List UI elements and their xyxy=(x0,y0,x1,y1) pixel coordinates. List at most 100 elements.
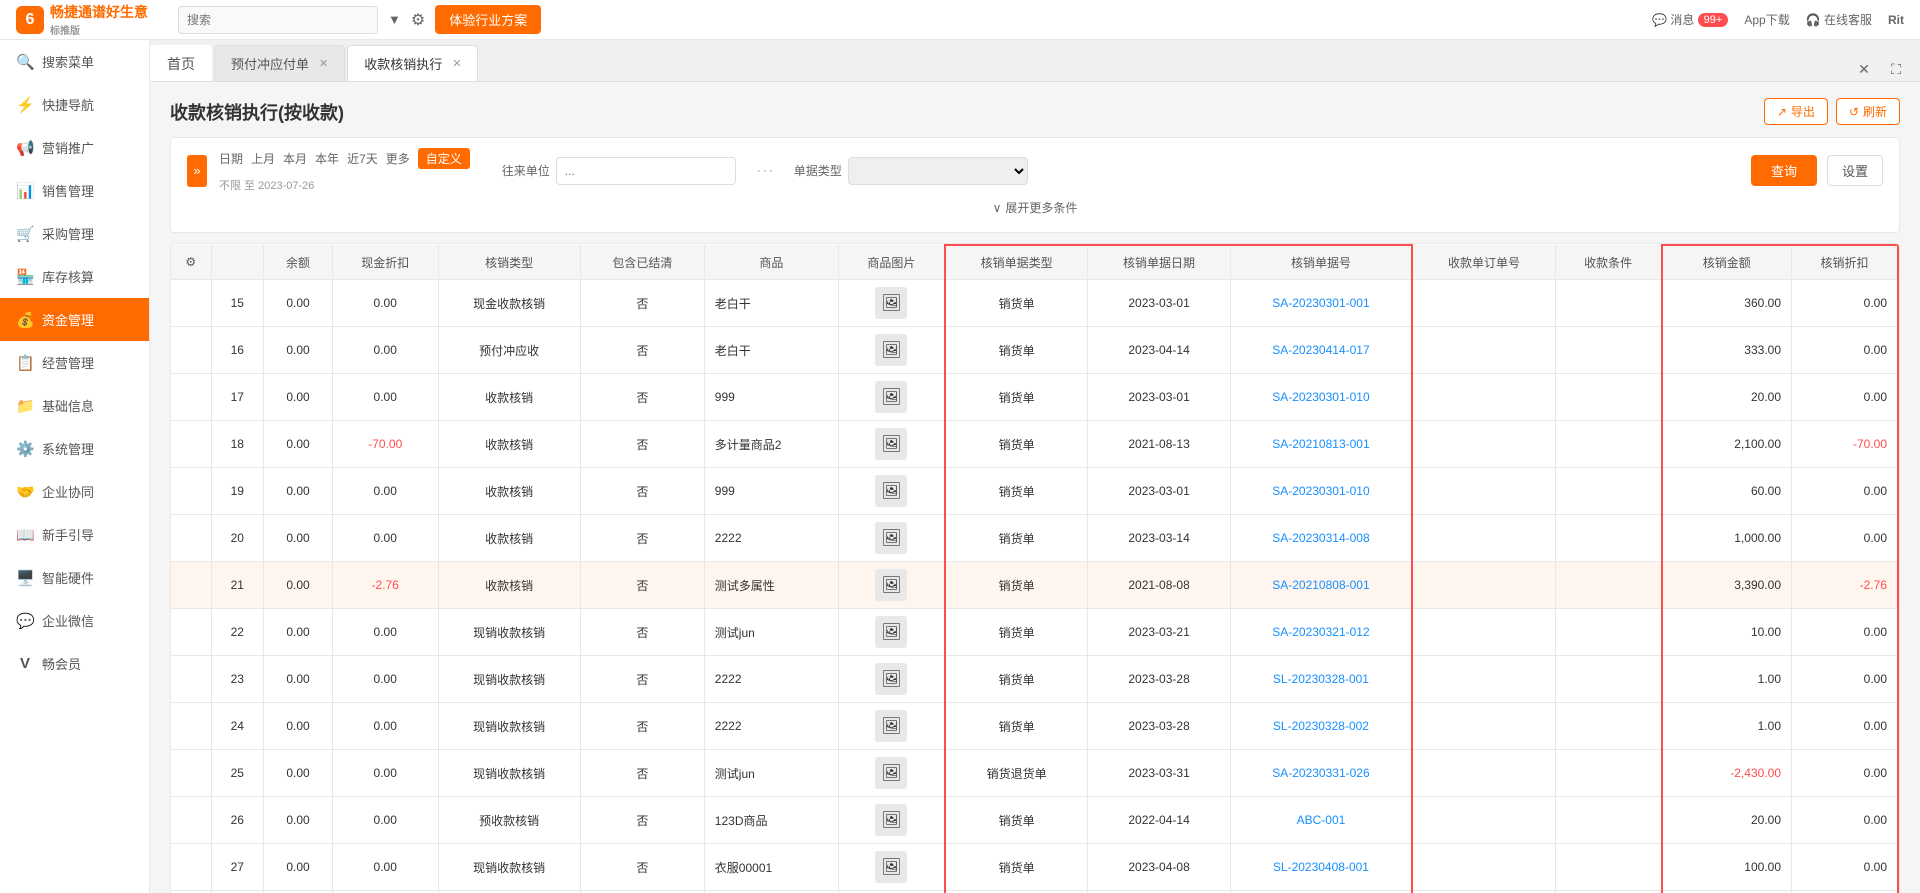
td-goods-image: 🖼 xyxy=(838,280,944,327)
tab-expand-button[interactable]: ⛶ xyxy=(1884,57,1908,81)
marketing-icon: 📢 xyxy=(16,139,34,157)
sidebar-item-vip[interactable]: V 畅会员 xyxy=(0,642,149,685)
receipt-no-link[interactable]: SA-20210808-001 xyxy=(1272,578,1369,592)
tab-writeoff-label: 收款核销执行 xyxy=(364,54,442,73)
online-service-link[interactable]: 🎧 在线客服 xyxy=(1806,11,1872,28)
table-row: 27 0.00 0.00 现销收款核销 否 衣服00001 🖼 销货单 2023… xyxy=(171,844,1898,891)
receipt-type-select[interactable] xyxy=(848,157,1028,185)
sidebar-item-enterprise[interactable]: 🤝 企业协同 xyxy=(0,470,149,513)
th-receipt-order-no: 收款单订单号 xyxy=(1412,245,1555,280)
td-index: 16 xyxy=(211,327,264,374)
export-button[interactable]: ↗ 导出 xyxy=(1764,98,1828,125)
refresh-button[interactable]: ↺ 刷新 xyxy=(1836,98,1900,125)
from-unit-input[interactable] xyxy=(556,157,736,185)
search-input[interactable] xyxy=(178,6,378,34)
receipt-no-link[interactable]: SA-20230331-026 xyxy=(1272,766,1369,780)
sidebar-item-system[interactable]: ⚙️ 系统管理 xyxy=(0,427,149,470)
td-included-settled: 否 xyxy=(580,656,704,703)
date-more[interactable]: 更多 xyxy=(386,150,410,167)
message-icon[interactable]: 💬 消息 99+ xyxy=(1652,11,1728,28)
td-icon xyxy=(171,280,211,327)
td-goods-image: 🖼 xyxy=(838,609,944,656)
receipt-no-link[interactable]: SA-20230301-001 xyxy=(1272,296,1369,310)
date-this-month[interactable]: 本月 xyxy=(283,150,307,167)
td-included-settled: 否 xyxy=(580,327,704,374)
td-index: 24 xyxy=(211,703,264,750)
td-index: 18 xyxy=(211,421,264,468)
td-writeoff-amount: 1.00 xyxy=(1662,703,1792,750)
sidebar-item-finance[interactable]: 💰 资金管理 xyxy=(0,298,149,341)
settings-icon[interactable]: ⚙ xyxy=(411,10,425,30)
query-button[interactable]: 查询 xyxy=(1751,155,1817,186)
sidebar-item-basic-info[interactable]: 📁 基础信息 xyxy=(0,384,149,427)
receipt-no-link[interactable]: ABC-001 xyxy=(1297,813,1346,827)
filter-expand-arrow[interactable]: » xyxy=(187,155,207,187)
date-7days[interactable]: 近7天 xyxy=(347,150,378,167)
td-icon xyxy=(171,421,211,468)
sidebar-item-marketing[interactable]: 📢 营销推广 xyxy=(0,126,149,169)
sidebar-item-hardware[interactable]: 🖥️ 智能硬件 xyxy=(0,556,149,599)
sidebar-item-shortcut[interactable]: ⚡ 快捷导航 xyxy=(0,83,149,126)
td-receipt-order-no xyxy=(1412,280,1555,327)
shortcut-icon: ⚡ xyxy=(16,96,34,114)
filter-bar: » 日期 上月 本月 本年 近7天 更多 自定义 不限 至 2023-07-26 xyxy=(170,137,1900,233)
sidebar-item-purchase[interactable]: 🛒 采购管理 xyxy=(0,212,149,255)
td-goods: 衣服00001 xyxy=(704,844,838,891)
td-icon xyxy=(171,750,211,797)
td-writeoff-receipt-date: 2023-03-31 xyxy=(1088,750,1230,797)
receipt-no-link[interactable]: SA-20230314-008 xyxy=(1272,531,1369,545)
receipt-no-link[interactable]: SL-20230328-002 xyxy=(1273,719,1369,733)
td-icon xyxy=(171,562,211,609)
expand-more-conditions[interactable]: ∨ 展开更多条件 xyxy=(187,199,1883,216)
tab-prepay[interactable]: 预付冲应付单 ✕ xyxy=(214,45,345,81)
tab-close-all-button[interactable]: ✕ xyxy=(1852,57,1876,81)
td-receipt-condition xyxy=(1555,421,1661,468)
td-writeoff-amount: -2,430.00 xyxy=(1662,750,1792,797)
td-writeoff-receipt-date: 2023-03-21 xyxy=(1088,609,1230,656)
date-last-month[interactable]: 上月 xyxy=(251,150,275,167)
td-cash-discount: 0.00 xyxy=(332,609,438,656)
th-settings[interactable]: ⚙ xyxy=(171,245,211,280)
td-index: 26 xyxy=(211,797,264,844)
td-goods-image: 🖼 xyxy=(838,515,944,562)
sidebar-item-operations[interactable]: 📋 经营管理 xyxy=(0,341,149,384)
date-custom-button[interactable]: 自定义 xyxy=(418,148,470,169)
td-goods-image: 🖼 xyxy=(838,844,944,891)
receipt-no-link[interactable]: SA-20230414-017 xyxy=(1272,343,1369,357)
td-receipt-order-no xyxy=(1412,703,1555,750)
sidebar-item-search[interactable]: 🔍 搜索菜单 xyxy=(0,40,149,83)
td-icon xyxy=(171,609,211,656)
td-receipt-order-no xyxy=(1412,421,1555,468)
td-goods-image: 🖼 xyxy=(838,703,944,750)
sidebar-item-inventory[interactable]: 🏪 库存核算 xyxy=(0,255,149,298)
trial-industry-button[interactable]: 体验行业方案 xyxy=(435,5,541,34)
td-writeoff-type: 现销收款核销 xyxy=(438,609,580,656)
receipt-no-link[interactable]: SA-20230301-010 xyxy=(1272,390,1369,404)
tab-writeoff-close[interactable]: ✕ xyxy=(452,57,461,70)
td-goods-image: 🖼 xyxy=(838,797,944,844)
td-writeoff-amount: 1.00 xyxy=(1662,656,1792,703)
app-download-link[interactable]: App下载 xyxy=(1744,11,1789,28)
td-writeoff-amount: 20.00 xyxy=(1662,797,1792,844)
sidebar-item-wechat[interactable]: 💬 企业微信 xyxy=(0,599,149,642)
receipt-no-link[interactable]: SA-20210813-001 xyxy=(1272,437,1369,451)
receipt-no-link[interactable]: SL-20230408-001 xyxy=(1273,860,1369,874)
receipt-no-link[interactable]: SA-20230321-012 xyxy=(1272,625,1369,639)
brand-name: 畅捷通谱好生意 xyxy=(50,2,148,22)
td-writeoff-receipt-date: 2021-08-08 xyxy=(1088,562,1230,609)
dropdown-arrow-icon[interactable]: ▼ xyxy=(388,12,401,27)
receipt-no-link[interactable]: SA-20230301-010 xyxy=(1272,484,1369,498)
tab-prepay-close[interactable]: ✕ xyxy=(319,57,328,70)
receipt-no-link[interactable]: SL-20230328-001 xyxy=(1273,672,1369,686)
sidebar-item-guide[interactable]: 📖 新手引导 xyxy=(0,513,149,556)
td-cash-discount: 0.00 xyxy=(332,750,438,797)
tab-writeoff[interactable]: 收款核销执行 ✕ xyxy=(347,45,478,81)
sidebar-item-label: 畅会员 xyxy=(42,654,81,673)
td-index: 22 xyxy=(211,609,264,656)
td-writeoff-amount: 100.00 xyxy=(1662,844,1792,891)
tab-home[interactable]: 首页 xyxy=(150,45,212,81)
sidebar-item-sales[interactable]: 📊 销售管理 xyxy=(0,169,149,212)
date-this-year[interactable]: 本年 xyxy=(315,150,339,167)
settings-button[interactable]: 设置 xyxy=(1827,155,1883,186)
message-label: 消息 xyxy=(1670,13,1694,27)
